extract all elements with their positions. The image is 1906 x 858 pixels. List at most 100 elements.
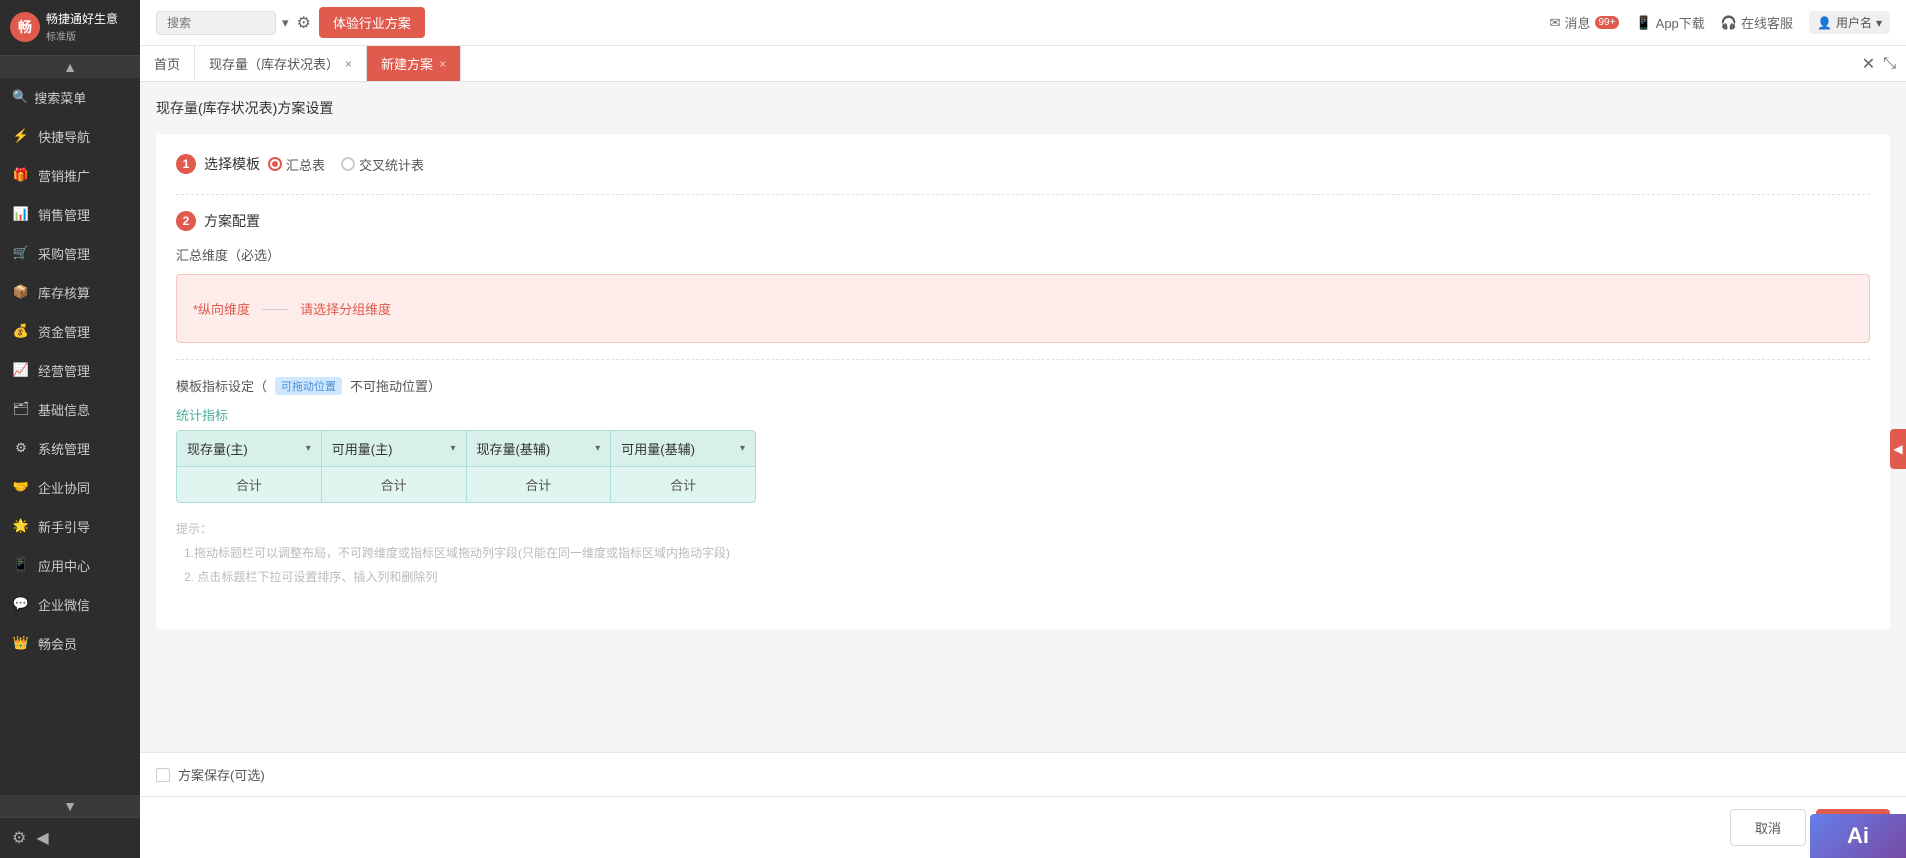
user-menu[interactable]: 👤 用户名 ▾ [1809, 11, 1890, 34]
sidebar-item-basic[interactable]: 🗂 基础信息 [0, 390, 140, 429]
search-input[interactable] [156, 11, 276, 35]
radio-dot-cross [341, 157, 355, 171]
quick-nav-icon: ⚡ [12, 127, 30, 145]
save-label: 方案保存(可选) [178, 765, 265, 784]
radio-dot-summary [268, 157, 282, 171]
messages-button[interactable]: ✉ 消息 99+ [1550, 13, 1620, 32]
sidebar-item-marketing[interactable]: 🎁 营销推广 [0, 156, 140, 195]
dimension-required-label: 汇总维度（必选） [176, 245, 1870, 264]
col-3-chevron-icon: ▾ [740, 443, 745, 454]
expand-window-icon[interactable]: ⤡ [1883, 55, 1896, 73]
headset-icon: 🎧 [1721, 15, 1737, 31]
sidebar-logo: 畅 畅捷通好生意 标准版 [0, 0, 140, 56]
sidebar-scroll-up[interactable]: ▲ [0, 56, 140, 78]
purchase-icon: 🛒 [12, 244, 30, 262]
right-expand-button[interactable]: ◀ [1890, 429, 1906, 469]
template-radio-group: 汇总表 交叉统计表 [268, 155, 424, 174]
tab-close-inventory[interactable]: × [345, 57, 352, 71]
settings-panel: 1 选择模板 汇总表 交叉统计表 [156, 134, 1890, 629]
section2-header: 2 方案配置 [176, 211, 1870, 231]
cancel-button[interactable]: 取消 [1730, 809, 1806, 846]
section1-number: 1 [176, 154, 196, 174]
sidebar-item-corp[interactable]: 🤝 企业协同 [0, 468, 140, 507]
sidebar-item-wechat[interactable]: 💬 企业微信 [0, 585, 140, 624]
col-1-cell: 合计 [322, 467, 466, 502]
col-0: 现存量(主) ▾ 合计 [177, 431, 322, 502]
service-button[interactable]: 🎧 在线客服 [1721, 13, 1793, 32]
corp-icon: 🤝 [12, 478, 30, 496]
window-controls: ✕ ⤡ [1862, 54, 1906, 74]
tab-inventory-status[interactable]: 现存量（库存状况表） × [195, 46, 367, 81]
col-0-header[interactable]: 现存量(主) ▾ [177, 431, 321, 467]
metrics-table: 现存量(主) ▾ 合计 可用量(主) ▾ 合计 [176, 430, 756, 503]
col-1: 可用量(主) ▾ 合计 [322, 431, 467, 502]
sidebar-search[interactable]: 🔍 搜索菜单 [0, 78, 140, 117]
sidebar-item-operation[interactable]: 📈 经营管理 [0, 351, 140, 390]
content-area: 现存量(库存状况表)方案设置 1 选择模板 汇总表 交叉统计表 [140, 82, 1906, 752]
search-icon: 🔍 [12, 89, 28, 105]
dropdown-arrow-icon[interactable]: ▾ [282, 15, 289, 31]
collapse-icon[interactable]: ◀ [36, 828, 48, 848]
sidebar-item-finance[interactable]: 💰 资金管理 [0, 312, 140, 351]
save-area: 方案保存(可选) [140, 752, 1906, 796]
sidebar-item-member[interactable]: 👑 畅会员 [0, 624, 140, 663]
sidebar-scroll-down[interactable]: ▼ [0, 795, 140, 817]
tabbar: 首页 现存量（库存状况表） × 新建方案 × ✕ ⤡ [140, 46, 1906, 82]
basic-icon: 🗂 [12, 400, 30, 418]
col-3-cell: 合计 [611, 467, 755, 502]
trial-button[interactable]: 体验行业方案 [319, 7, 425, 38]
logo-icon: 畅 [10, 12, 40, 42]
app-download-button[interactable]: 📱 App下载 [1635, 13, 1704, 32]
sidebar-item-system[interactable]: ⚙ 系统管理 [0, 429, 140, 468]
sales-icon: 📊 [12, 205, 30, 223]
user-avatar: 👤 [1817, 16, 1832, 30]
col-2-cell: 合计 [467, 467, 611, 502]
sidebar-nav: 🔍 搜索菜单 ⚡ 快捷导航 🎁 营销推广 📊 销售管理 🛒 采购管理 📦 库存核… [0, 78, 140, 795]
sidebar-item-purchase[interactable]: 🛒 采购管理 [0, 234, 140, 273]
ai-badge[interactable]: Ai [1810, 814, 1906, 858]
sidebar-item-guide[interactable]: 🌟 新手引导 [0, 507, 140, 546]
col-0-cell: 合计 [177, 467, 321, 502]
tips-header: 提示： [176, 517, 1870, 541]
guide-icon: 🌟 [12, 517, 30, 535]
sidebar-bottom: ⚙ ◀ [0, 817, 140, 858]
wechat-icon: 💬 [12, 595, 30, 613]
apps-icon: 📱 [12, 556, 30, 574]
tip-2: 2. 点击标题栏下拉可设置排序、插入列和删除列 [184, 565, 1870, 589]
operation-icon: 📈 [12, 361, 30, 379]
tips-area: 提示： 1.拖动标题栏可以调整布局，不可跨维度或指标区域拖动列字段(只能在同一维… [176, 517, 1870, 589]
topbar: ▾ ⚙ 体验行业方案 ✉ 消息 99+ 📱 App下载 🎧 在线客服 👤 用户名 [140, 0, 1906, 46]
col-2: 现存量(基辅) ▾ 合计 [467, 431, 612, 502]
sidebar-item-quick-nav[interactable]: ⚡ 快捷导航 [0, 117, 140, 156]
section2-number: 2 [176, 211, 196, 231]
col-1-chevron-icon: ▾ [450, 443, 455, 454]
section1-title: 选择模板 [204, 154, 260, 174]
tab-new-plan[interactable]: 新建方案 × [367, 46, 461, 81]
tab-home[interactable]: 首页 [140, 46, 195, 81]
tab-close-new-plan[interactable]: × [439, 57, 446, 71]
settings-bottom-icon[interactable]: ⚙ [12, 828, 26, 848]
app-icon: 📱 [1635, 15, 1651, 31]
dimension-box[interactable]: *纵向维度 —— 请选择分组维度 [176, 274, 1870, 343]
section-template: 1 选择模板 汇总表 交叉统计表 [176, 154, 1870, 174]
topbar-search-area: ▾ [156, 11, 289, 35]
col-2-header[interactable]: 现存量(基辅) ▾ [467, 431, 611, 467]
page-title: 现存量(库存状况表)方案设置 [156, 98, 1890, 118]
save-checkbox[interactable] [156, 768, 170, 782]
radio-cross[interactable]: 交叉统计表 [341, 155, 424, 174]
sidebar-item-inventory[interactable]: 📦 库存核算 [0, 273, 140, 312]
radio-summary[interactable]: 汇总表 [268, 155, 325, 174]
sidebar-item-sales[interactable]: 📊 销售管理 [0, 195, 140, 234]
col-1-header[interactable]: 可用量(主) ▾ [322, 431, 466, 467]
sidebar-item-apps[interactable]: 📱 应用中心 [0, 546, 140, 585]
close-window-icon[interactable]: ✕ [1862, 54, 1875, 74]
user-chevron-icon: ▾ [1876, 16, 1882, 30]
system-icon: ⚙ [12, 439, 30, 457]
topbar-left: ▾ ⚙ 体验行业方案 [156, 7, 1540, 38]
member-icon: 👑 [12, 634, 30, 652]
tip-1: 1.拖动标题栏可以调整布局，不可跨维度或指标区域拖动列字段(只能在同一维度或指标… [184, 541, 1870, 565]
sidebar: 畅 畅捷通好生意 标准版 ▲ 🔍 搜索菜单 ⚡ 快捷导航 🎁 营销推广 📊 销售… [0, 0, 140, 858]
gear-icon[interactable]: ⚙ [297, 13, 311, 33]
col-3-header[interactable]: 可用量(基辅) ▾ [611, 431, 755, 467]
draggable-badge: 可拖动位置 [275, 377, 342, 395]
